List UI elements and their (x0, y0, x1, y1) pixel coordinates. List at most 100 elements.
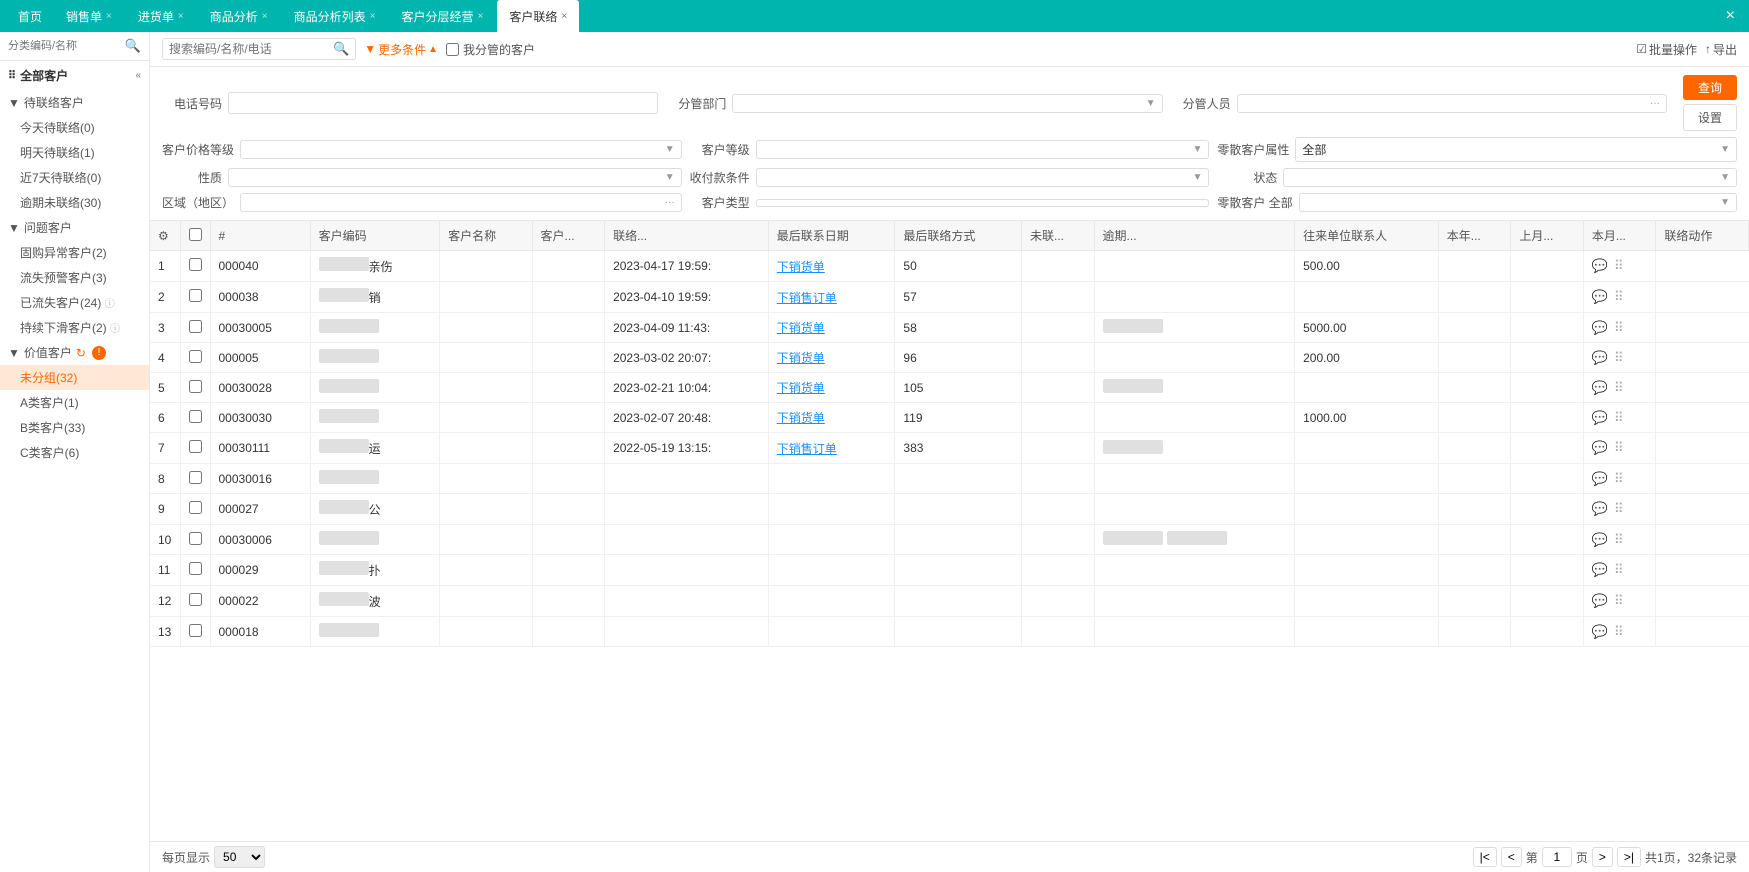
contact-icon[interactable]: 💬 (1592, 380, 1608, 396)
row-checkbox[interactable] (189, 258, 202, 271)
page-last-btn[interactable]: >| (1617, 847, 1641, 867)
contact-icon[interactable]: 💬 (1592, 258, 1608, 274)
contact-icon[interactable]: 💬 (1592, 410, 1608, 426)
close-customercontact-icon[interactable]: × (561, 11, 567, 22)
contact-icon[interactable]: 💬 (1592, 593, 1608, 609)
phone-input[interactable] (228, 92, 658, 114)
sidebar-item-abnormal[interactable]: 固购异常客户(2) (0, 240, 149, 265)
sidebar-item-declining[interactable]: 持续下滑客户(2) ⓘ (0, 315, 149, 340)
page-size-select[interactable]: 50 100 200 (214, 846, 265, 868)
dept-select[interactable]: ▼ (732, 94, 1162, 113)
row-checkbox[interactable] (189, 471, 202, 484)
more-icon[interactable]: ⠿ (1614, 350, 1624, 366)
more-conditions-btn[interactable]: ▼ 更多条件 ▲ (364, 41, 438, 58)
nav-tab-analysislist[interactable]: 商品分析列表 × (282, 0, 388, 32)
page-prev-btn[interactable]: < (1501, 847, 1522, 867)
sidebar-item-churn-warn[interactable]: 流失预警客户(3) (0, 265, 149, 290)
search-input[interactable] (169, 42, 329, 56)
more-icon[interactable]: ⠿ (1614, 410, 1624, 426)
nature-select[interactable]: ▼ (228, 168, 682, 187)
nav-tab-analysis[interactable]: 商品分析 × (198, 0, 280, 32)
contact-icon[interactable]: 💬 (1592, 289, 1608, 305)
close-all-icon[interactable]: × (1720, 7, 1741, 25)
nav-tab-purchase[interactable]: 进货单 × (126, 0, 196, 32)
page-first-btn[interactable]: |< (1473, 847, 1497, 867)
region-select[interactable]: ··· (240, 193, 682, 212)
nav-tab-customercontact[interactable]: 客户联络 × (497, 0, 579, 32)
batch-ops-btn[interactable]: ☑ 批量操作 (1636, 41, 1697, 58)
sidebar-item-overdue[interactable]: 逾期未联络(30) (0, 190, 149, 215)
sidebar-item-class-b[interactable]: B类客户(33) (0, 415, 149, 440)
more-icon[interactable]: ⠿ (1614, 380, 1624, 396)
all-customers-header[interactable]: ⠿ 全部客户 « (0, 61, 149, 90)
search-icon[interactable]: 🔍 (333, 41, 349, 57)
contact-icon[interactable]: 💬 (1592, 350, 1608, 366)
level-select[interactable]: ▼ (756, 140, 1210, 159)
sidebar-item-7days[interactable]: 近7天待联络(0) (0, 165, 149, 190)
more-icon[interactable]: ⠿ (1614, 562, 1624, 578)
sidebar-item-ungroup[interactable]: 未分组(32) (0, 365, 149, 390)
pricelevel-select[interactable]: ▼ (240, 140, 682, 159)
person-select[interactable]: ··· (1237, 94, 1667, 113)
my-customers-check[interactable] (446, 43, 459, 56)
my-customers-checkbox[interactable]: 我分管的客户 (446, 41, 535, 58)
row-checkbox[interactable] (189, 440, 202, 453)
row-checkbox[interactable] (189, 320, 202, 333)
sidebar-search-input[interactable] (8, 40, 121, 52)
retail-select[interactable]: ▼ (1299, 193, 1737, 212)
row-checkbox[interactable] (189, 501, 202, 514)
more-icon[interactable]: ⠿ (1614, 471, 1624, 487)
contact-icon[interactable]: 💬 (1592, 471, 1608, 487)
row-checkbox[interactable] (189, 289, 202, 302)
row-checkbox[interactable] (189, 350, 202, 363)
sidebar-search-icon[interactable]: 🔍 (125, 38, 141, 54)
more-icon[interactable]: ⠿ (1614, 532, 1624, 548)
status-select[interactable]: ▼ (1283, 168, 1737, 187)
more-icon[interactable]: ⠿ (1614, 320, 1624, 336)
row-checkbox[interactable] (189, 410, 202, 423)
export-btn[interactable]: ↑ 导出 (1705, 41, 1737, 58)
row-checkbox[interactable] (189, 624, 202, 637)
more-icon[interactable]: ⠿ (1614, 624, 1624, 640)
attr-select[interactable]: 全部 ▼ (1295, 137, 1737, 162)
more-icon[interactable]: ⠿ (1614, 289, 1624, 305)
refresh-icon[interactable]: ↻ (76, 346, 86, 360)
close-customerlayer-icon[interactable]: × (477, 11, 483, 22)
row-checkbox[interactable] (189, 380, 202, 393)
custtype-select[interactable] (756, 199, 1210, 207)
close-analysislist-icon[interactable]: × (370, 11, 376, 22)
more-icon[interactable]: ⠿ (1614, 440, 1624, 456)
sidebar-item-class-c[interactable]: C类客户(6) (0, 440, 149, 465)
page-input[interactable] (1542, 847, 1572, 867)
more-icon[interactable]: ⠿ (1614, 593, 1624, 609)
contact-icon[interactable]: 💬 (1592, 532, 1608, 548)
settings-icon[interactable]: ⚙ (158, 229, 169, 243)
sidebar-item-today[interactable]: 今天待联络(0) (0, 115, 149, 140)
contact-icon[interactable]: 💬 (1592, 624, 1608, 640)
nav-home[interactable]: 首页 (8, 8, 52, 25)
row-checkbox[interactable] (189, 562, 202, 575)
sidebar-group-problem[interactable]: ▼ 问题客户 (0, 215, 149, 240)
contact-icon[interactable]: 💬 (1592, 562, 1608, 578)
more-icon[interactable]: ⠿ (1614, 258, 1624, 274)
contact-icon[interactable]: 💬 (1592, 501, 1608, 517)
nav-tab-customerlayer[interactable]: 客户分层经营 × (389, 0, 495, 32)
sidebar-collapse-icon[interactable]: « (135, 70, 141, 81)
close-salesorder-icon[interactable]: × (106, 11, 112, 22)
close-purchase-icon[interactable]: × (178, 11, 184, 22)
page-next-btn[interactable]: > (1592, 847, 1613, 867)
sidebar-item-churned[interactable]: 已流失客户(24) ⓘ (0, 290, 149, 315)
select-all-checkbox[interactable] (189, 228, 202, 241)
sidebar-group-value[interactable]: ▼ 价值客户 ↻ ! (0, 340, 149, 365)
nav-tab-salesorder[interactable]: 销售单 × (54, 0, 124, 32)
close-analysis-icon[interactable]: × (262, 11, 268, 22)
row-checkbox[interactable] (189, 532, 202, 545)
row-checkbox[interactable] (189, 593, 202, 606)
query-button[interactable]: 查询 (1683, 75, 1737, 100)
payment-select[interactable]: ▼ (756, 168, 1210, 187)
more-icon[interactable]: ⠿ (1614, 501, 1624, 517)
sidebar-group-pending[interactable]: ▼ 待联络客户 (0, 90, 149, 115)
reset-button[interactable]: 设置 (1683, 104, 1737, 131)
contact-icon[interactable]: 💬 (1592, 320, 1608, 336)
sidebar-item-tomorrow[interactable]: 明天待联络(1) (0, 140, 149, 165)
